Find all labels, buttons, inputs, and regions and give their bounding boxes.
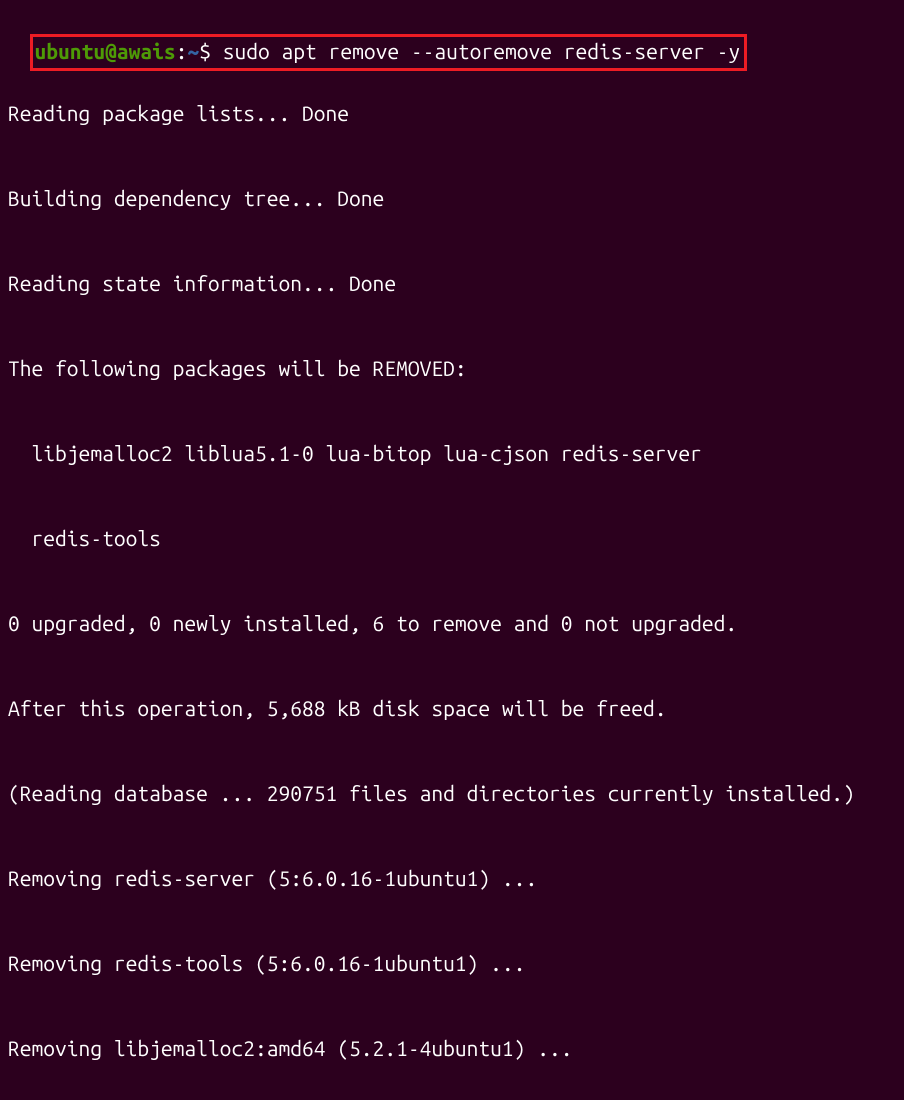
prompt-line-1: ubuntu@awais:~$ sudo apt remove --autore… bbox=[35, 37, 741, 65]
output-line: Building dependency tree... Done bbox=[8, 184, 896, 212]
output-line: Reading state information... Done bbox=[8, 269, 896, 297]
prompt-user-host: ubuntu@awais bbox=[35, 39, 176, 63]
output-line: After this operation, 5,688 kB disk spac… bbox=[8, 694, 896, 722]
prompt-path: ~ bbox=[187, 39, 199, 63]
output-line: 0 upgraded, 0 newly installed, 6 to remo… bbox=[8, 609, 896, 637]
output-line: (Reading database ... 290751 files and d… bbox=[8, 779, 896, 807]
output-line: Removing redis-server (5:6.0.16-1ubuntu1… bbox=[8, 864, 896, 892]
output-line: Removing redis-tools (5:6.0.16-1ubuntu1)… bbox=[8, 949, 896, 977]
command-text: sudo apt remove --autoremove redis-serve… bbox=[223, 39, 740, 63]
terminal-window[interactable]: ubuntu@awais:~$ sudo apt remove --autore… bbox=[8, 6, 896, 1100]
prompt-colon: : bbox=[176, 39, 188, 63]
output-line: The following packages will be REMOVED: bbox=[8, 354, 896, 382]
output-line: Reading package lists... Done bbox=[8, 99, 896, 127]
output-line: redis-tools bbox=[8, 524, 896, 552]
prompt-dollar: $ bbox=[199, 39, 223, 63]
command-highlight-box: ubuntu@awais:~$ sudo apt remove --autore… bbox=[30, 34, 748, 70]
output-line: Removing libjemalloc2:amd64 (5.2.1-4ubun… bbox=[8, 1034, 896, 1062]
output-line: libjemalloc2 liblua5.1-0 lua-bitop lua-c… bbox=[8, 439, 896, 467]
